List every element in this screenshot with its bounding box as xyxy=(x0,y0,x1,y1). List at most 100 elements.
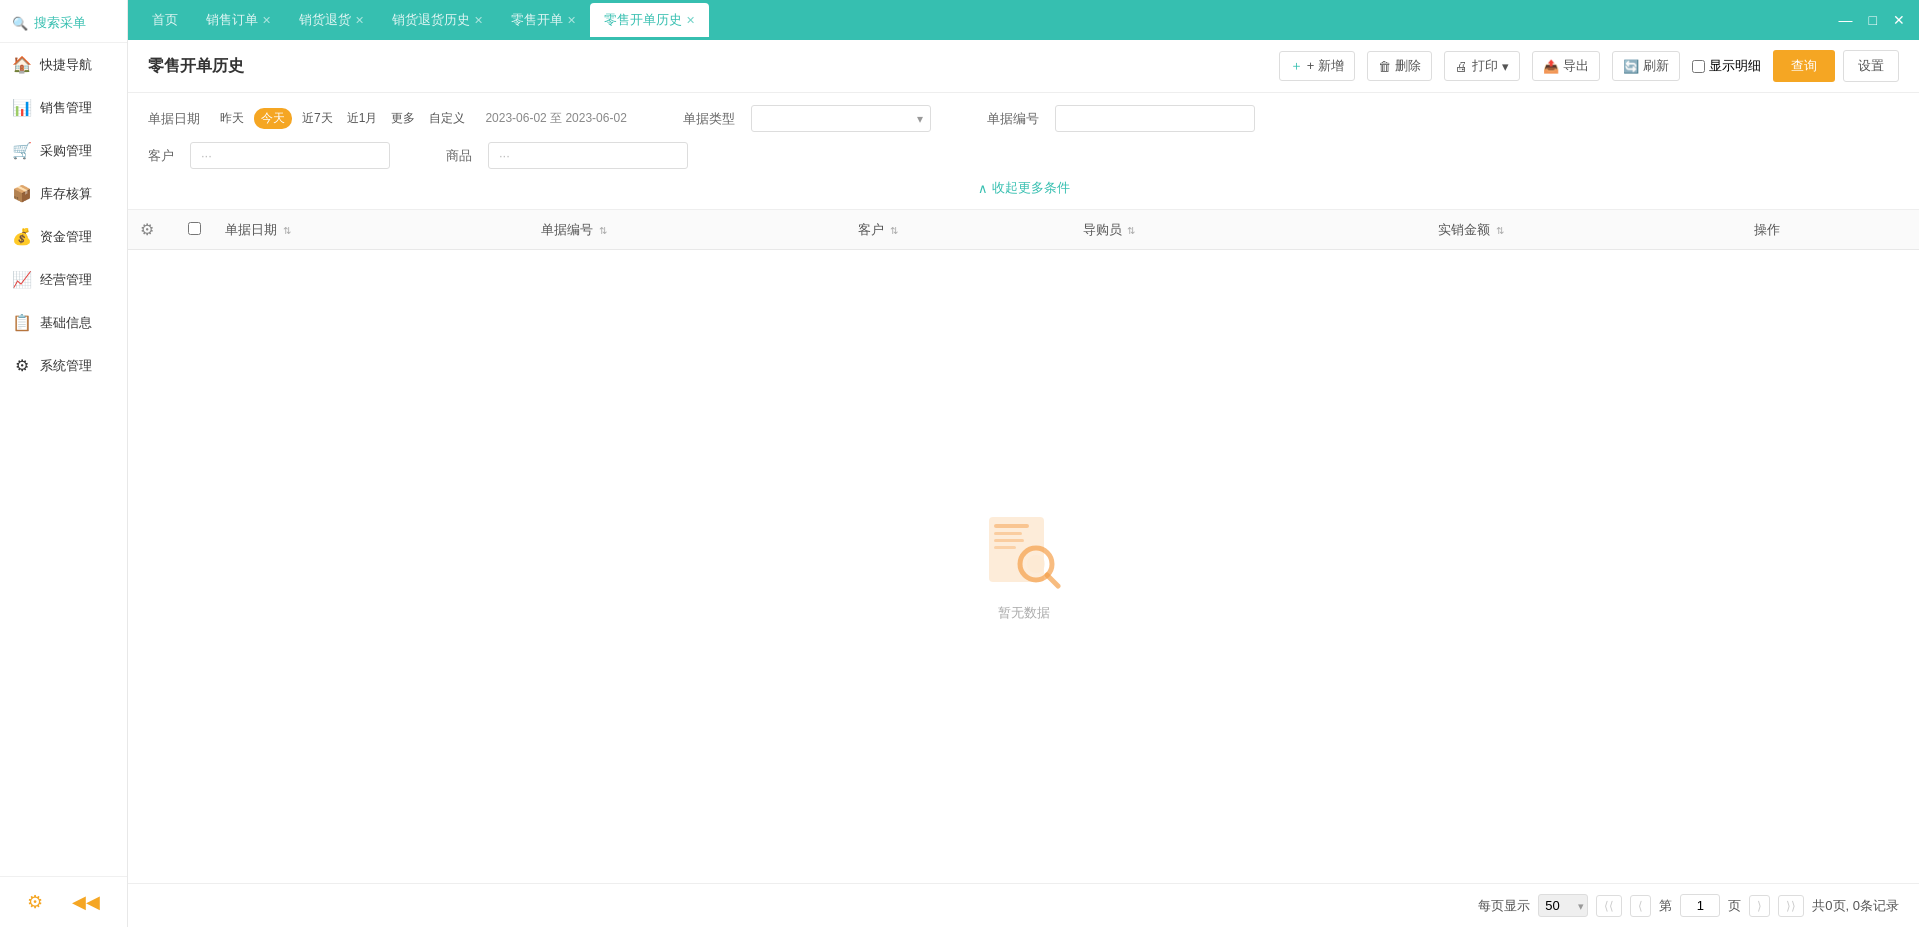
export-button[interactable]: 📤 导出 xyxy=(1532,51,1600,81)
collapse-sidebar-icon[interactable]: ◀◀ xyxy=(72,891,100,913)
show-cols-checkbox[interactable] xyxy=(1692,60,1705,73)
th-customer: 客户 ⇅ xyxy=(846,210,1071,250)
date-btn-7days[interactable]: 近7天 xyxy=(298,108,337,129)
print-button[interactable]: 🖨 打印 ▾ xyxy=(1444,51,1520,81)
restore-button[interactable]: □ xyxy=(1865,10,1881,30)
sort-num-icon[interactable]: ⇅ xyxy=(599,225,607,236)
sidebar-search-label: 搜索采单 xyxy=(34,14,86,32)
sidebar-item-label: 库存核算 xyxy=(40,185,92,203)
sort-customer-icon[interactable]: ⇅ xyxy=(890,225,898,236)
sidebar-item-label: 采购管理 xyxy=(40,142,92,160)
sidebar-item-label: 资金管理 xyxy=(40,228,92,246)
minimize-button[interactable]: — xyxy=(1835,10,1857,30)
setting-button[interactable]: 设置 xyxy=(1843,50,1899,82)
page-first-btn[interactable]: ⟨⟨ xyxy=(1596,895,1622,917)
tab-bar: 首页 销售订单 ✕ 销货退货 ✕ 销货退货历史 ✕ 零售开单 ✕ 零售开单历史 … xyxy=(128,0,1919,40)
sidebar-item-operations[interactable]: 📈 经营管理 xyxy=(0,258,127,301)
tab-home[interactable]: 首页 xyxy=(138,3,192,37)
query-button[interactable]: 查询 xyxy=(1773,50,1835,82)
sidebar-item-basic-info[interactable]: 📋 基础信息 xyxy=(0,301,127,344)
tab-retail-open-history[interactable]: 零售开单历史 ✕ xyxy=(590,3,709,37)
tab-sales-return[interactable]: 销货退货 ✕ xyxy=(285,3,378,37)
num-label: 单据编号 xyxy=(987,110,1039,128)
tab-retail-open-label: 零售开单 xyxy=(511,11,563,29)
sidebar-item-label: 快捷导航 xyxy=(40,56,92,74)
header-row: ⚙ 单据日期 ⇅ 单据编号 ⇅ xyxy=(128,210,1919,250)
sidebar-item-inventory[interactable]: 📦 库存核算 xyxy=(0,172,127,215)
export-icon: 📤 xyxy=(1543,59,1559,74)
sidebar-search[interactable]: 🔍 搜索采单 xyxy=(0,0,127,43)
empty-icon xyxy=(974,512,1074,592)
show-cols-checkbox-wrap[interactable]: 显示明细 xyxy=(1692,57,1761,75)
goods-input[interactable]: ··· xyxy=(488,142,688,169)
type-select[interactable] xyxy=(751,105,931,132)
delete-icon: 🗑 xyxy=(1378,59,1391,74)
finance-icon: 💰 xyxy=(12,227,32,246)
goods-label: 商品 xyxy=(446,147,472,165)
svg-line-6 xyxy=(1047,575,1058,586)
page-title: 零售开单历史 xyxy=(148,56,244,77)
tab-retail-open[interactable]: 零售开单 ✕ xyxy=(497,3,590,37)
search-icon: 🔍 xyxy=(12,16,28,31)
page-label-pre: 第 xyxy=(1659,897,1672,915)
page-size-select[interactable]: 50 20 100 xyxy=(1538,894,1588,917)
table-area: ⚙ 单据日期 ⇅ 单据编号 ⇅ xyxy=(128,210,1919,883)
page-next-btn[interactable]: ⟩ xyxy=(1749,895,1770,917)
delete-button[interactable]: 🗑 删除 xyxy=(1367,51,1432,81)
date-btn-custom[interactable]: 自定义 xyxy=(425,108,469,129)
type-label: 单据类型 xyxy=(683,110,735,128)
sidebar-item-purchase-mgmt[interactable]: 🛒 采购管理 xyxy=(0,129,127,172)
refresh-button[interactable]: 🔄 刷新 xyxy=(1612,51,1680,81)
info-icon: 📋 xyxy=(12,313,32,332)
tab-home-label: 首页 xyxy=(152,11,178,29)
sidebar-item-label: 系统管理 xyxy=(40,357,92,375)
main-content: 首页 销售订单 ✕ 销货退货 ✕ 销货退货历史 ✕ 零售开单 ✕ 零售开单历史 … xyxy=(128,0,1919,927)
tab-sales-return-history[interactable]: 销货退货历史 ✕ xyxy=(378,3,497,37)
add-icon: ＋ xyxy=(1290,57,1303,75)
sort-date-icon[interactable]: ⇅ xyxy=(283,225,291,236)
tab-sales-order[interactable]: 销售订单 ✕ xyxy=(192,3,285,37)
cart-icon: 🛒 xyxy=(12,141,32,160)
type-select-wrap xyxy=(751,105,931,132)
tab-sales-return-label: 销货退货 xyxy=(299,11,351,29)
svg-rect-1 xyxy=(994,524,1029,528)
th-guide: 导购员 ⇅ xyxy=(1071,210,1342,250)
date-btn-today[interactable]: 今天 xyxy=(254,108,292,129)
svg-rect-2 xyxy=(994,532,1022,535)
table-gear-icon[interactable]: ⚙ xyxy=(140,221,154,238)
sidebar-item-label: 基础信息 xyxy=(40,314,92,332)
tab-sales-return-close[interactable]: ✕ xyxy=(355,14,364,27)
tab-retail-open-history-close[interactable]: ✕ xyxy=(686,14,695,27)
page-prev-btn[interactable]: ⟨ xyxy=(1630,895,1651,917)
sidebar-item-sales-mgmt[interactable]: 📊 销售管理 xyxy=(0,86,127,129)
th-num: 单据编号 ⇅ xyxy=(529,210,845,250)
th-spacer xyxy=(1341,210,1426,250)
sidebar-item-label: 经营管理 xyxy=(40,271,92,289)
th-date: 单据日期 ⇅ xyxy=(213,210,529,250)
page-last-btn[interactable]: ⟩⟩ xyxy=(1778,895,1804,917)
collapse-btn[interactable]: ∧ 收起更多条件 xyxy=(978,179,1070,197)
select-all-checkbox[interactable] xyxy=(188,222,201,235)
sidebar-item-finance[interactable]: 💰 资金管理 xyxy=(0,215,127,258)
tab-sales-return-history-close[interactable]: ✕ xyxy=(474,14,483,27)
sidebar-item-system[interactable]: ⚙ 系统管理 xyxy=(0,344,127,387)
print-icon: 🖨 xyxy=(1455,59,1468,74)
add-button[interactable]: ＋ + 新增 xyxy=(1279,51,1355,81)
box-icon: 📦 xyxy=(12,184,32,203)
customer-input[interactable]: ··· xyxy=(190,142,390,169)
th-amount: 实销金额 ⇅ xyxy=(1426,210,1742,250)
sort-amount-icon[interactable]: ⇅ xyxy=(1496,225,1504,236)
date-btn-more[interactable]: 更多 xyxy=(387,108,419,129)
num-input[interactable] xyxy=(1055,105,1255,132)
close-button[interactable]: ✕ xyxy=(1889,10,1909,30)
sidebar-item-quick-nav[interactable]: 🏠 快捷导航 xyxy=(0,43,127,86)
refresh-icon: 🔄 xyxy=(1623,59,1639,74)
date-btn-1month[interactable]: 近1月 xyxy=(343,108,382,129)
tab-sales-order-close[interactable]: ✕ xyxy=(262,14,271,27)
chevron-up-icon: ∧ xyxy=(978,181,988,196)
tab-retail-open-close[interactable]: ✕ xyxy=(567,14,576,27)
page-input[interactable] xyxy=(1680,894,1720,917)
settings-bottom-icon[interactable]: ⚙ xyxy=(27,891,43,913)
date-btn-yesterday[interactable]: 昨天 xyxy=(216,108,248,129)
sort-guide-icon[interactable]: ⇅ xyxy=(1127,225,1135,236)
